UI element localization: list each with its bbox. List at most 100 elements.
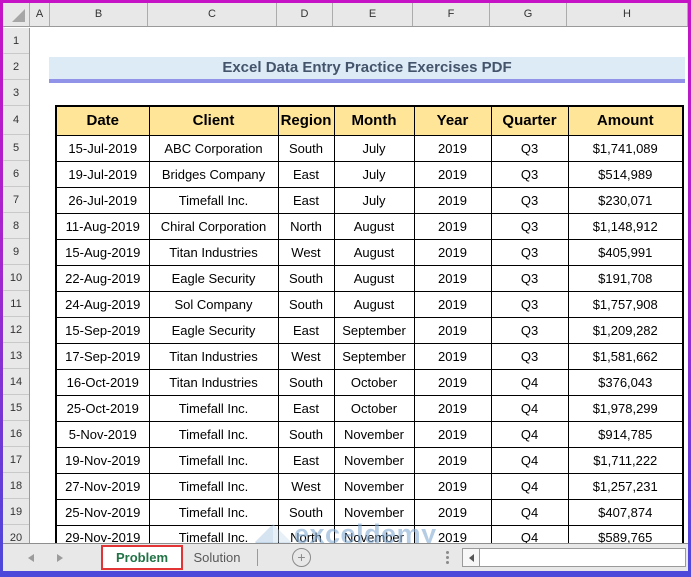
table-cell[interactable]: 29-Nov-2019 xyxy=(55,524,150,543)
row-header-13[interactable]: 13 xyxy=(3,343,29,369)
table-cell[interactable]: $191,708 xyxy=(567,264,684,292)
table-cell[interactable]: 15-Jul-2019 xyxy=(55,134,150,162)
table-cell[interactable]: August xyxy=(333,238,415,266)
row-header-19[interactable]: 19 xyxy=(3,499,29,525)
table-cell[interactable]: 5-Nov-2019 xyxy=(55,420,150,448)
tab-scroll-right-icon[interactable] xyxy=(57,554,63,562)
row-header-7[interactable]: 7 xyxy=(3,187,29,213)
table-header-cell[interactable]: Month xyxy=(333,105,415,136)
cells-canvas[interactable]: Excel Data Entry Practice Exercises PDF … xyxy=(31,28,688,543)
row-header-8[interactable]: 8 xyxy=(3,213,29,239)
table-cell[interactable]: $230,071 xyxy=(567,186,684,214)
row-header-12[interactable]: 12 xyxy=(3,317,29,343)
column-header-D[interactable]: D xyxy=(277,3,333,26)
table-cell[interactable]: 19-Nov-2019 xyxy=(55,446,150,474)
column-header-B[interactable]: B xyxy=(50,3,148,26)
table-cell[interactable]: Q4 xyxy=(490,420,569,448)
table-cell[interactable]: South xyxy=(277,368,335,396)
table-cell[interactable]: West xyxy=(277,472,335,500)
row-header-14[interactable]: 14 xyxy=(3,369,29,395)
table-cell[interactable]: Q3 xyxy=(490,160,569,188)
table-cell[interactable]: South xyxy=(277,420,335,448)
row-header-6[interactable]: 6 xyxy=(3,161,29,187)
row-header-11[interactable]: 11 xyxy=(3,291,29,317)
table-cell[interactable]: $589,765 xyxy=(567,524,684,543)
table-header-cell[interactable]: Date xyxy=(55,105,150,136)
table-cell[interactable]: Sol Company xyxy=(148,290,279,318)
row-header-3[interactable]: 3 xyxy=(3,80,29,106)
table-cell[interactable]: South xyxy=(277,134,335,162)
table-cell[interactable]: 2019 xyxy=(413,394,492,422)
table-cell[interactable]: 2019 xyxy=(413,264,492,292)
table-cell[interactable]: Timefall Inc. xyxy=(148,186,279,214)
table-cell[interactable]: $1,711,222 xyxy=(567,446,684,474)
row-header-15[interactable]: 15 xyxy=(3,395,29,421)
table-cell[interactable]: Timefall Inc. xyxy=(148,420,279,448)
table-cell[interactable]: Q3 xyxy=(490,316,569,344)
table-cell[interactable]: Timefall Inc. xyxy=(148,498,279,526)
table-cell[interactable]: $1,209,282 xyxy=(567,316,684,344)
table-cell[interactable]: 2019 xyxy=(413,446,492,474)
table-cell[interactable]: 2019 xyxy=(413,186,492,214)
table-cell[interactable]: November xyxy=(333,446,415,474)
table-cell[interactable]: Bridges Company xyxy=(148,160,279,188)
table-cell[interactable]: $1,978,299 xyxy=(567,394,684,422)
table-cell[interactable]: Q3 xyxy=(490,238,569,266)
table-cell[interactable]: October xyxy=(333,368,415,396)
table-cell[interactable]: 2019 xyxy=(413,420,492,448)
table-cell[interactable]: July xyxy=(333,186,415,214)
table-cell[interactable]: Q3 xyxy=(490,134,569,162)
table-cell[interactable]: November xyxy=(333,420,415,448)
table-cell[interactable]: $405,991 xyxy=(567,238,684,266)
row-header-17[interactable]: 17 xyxy=(3,447,29,473)
table-cell[interactable]: North xyxy=(277,212,335,240)
table-cell[interactable]: West xyxy=(277,238,335,266)
tab-splitter-grip[interactable] xyxy=(446,551,449,566)
scrollbar-thumb[interactable] xyxy=(480,549,685,566)
table-cell[interactable]: 15-Aug-2019 xyxy=(55,238,150,266)
table-cell[interactable]: Q3 xyxy=(490,290,569,318)
table-cell[interactable]: Q4 xyxy=(490,498,569,526)
table-cell[interactable]: 26-Jul-2019 xyxy=(55,186,150,214)
table-header-cell[interactable]: Year xyxy=(413,105,492,136)
table-cell[interactable]: November xyxy=(333,472,415,500)
tab-scroll-left-icon[interactable] xyxy=(28,554,34,562)
row-header-1[interactable]: 1 xyxy=(3,28,29,54)
table-cell[interactable]: Timefall Inc. xyxy=(148,394,279,422)
row-header-9[interactable]: 9 xyxy=(3,239,29,265)
table-header-cell[interactable]: Region xyxy=(277,105,335,136)
table-cell[interactable]: $914,785 xyxy=(567,420,684,448)
table-cell[interactable]: 2019 xyxy=(413,498,492,526)
table-cell[interactable]: Q4 xyxy=(490,368,569,396)
table-cell[interactable]: $376,043 xyxy=(567,368,684,396)
table-cell[interactable]: 11-Aug-2019 xyxy=(55,212,150,240)
table-cell[interactable]: October xyxy=(333,394,415,422)
column-header-A[interactable]: A xyxy=(30,3,50,26)
table-cell[interactable]: $1,148,912 xyxy=(567,212,684,240)
row-header-20[interactable]: 20 xyxy=(3,525,29,544)
table-cell[interactable]: $1,741,089 xyxy=(567,134,684,162)
table-cell[interactable]: 2019 xyxy=(413,368,492,396)
table-cell[interactable]: East xyxy=(277,160,335,188)
table-cell[interactable]: July xyxy=(333,160,415,188)
table-header-cell[interactable]: Quarter xyxy=(490,105,569,136)
worksheet-title-band[interactable]: Excel Data Entry Practice Exercises PDF xyxy=(49,57,685,83)
column-header-C[interactable]: C xyxy=(148,3,277,26)
table-cell[interactable]: 2019 xyxy=(413,472,492,500)
table-cell[interactable]: Q3 xyxy=(490,342,569,370)
table-cell[interactable]: 22-Aug-2019 xyxy=(55,264,150,292)
row-header-18[interactable]: 18 xyxy=(3,473,29,499)
table-cell[interactable]: Q3 xyxy=(490,264,569,292)
table-cell[interactable]: 2019 xyxy=(413,524,492,543)
add-sheet-button[interactable]: + xyxy=(292,548,311,567)
table-cell[interactable]: South xyxy=(277,290,335,318)
table-cell[interactable]: South xyxy=(277,498,335,526)
table-cell[interactable]: East xyxy=(277,186,335,214)
table-cell[interactable]: 25-Nov-2019 xyxy=(55,498,150,526)
table-cell[interactable]: East xyxy=(277,446,335,474)
table-cell[interactable]: 15-Sep-2019 xyxy=(55,316,150,344)
row-header-4[interactable]: 4 xyxy=(3,106,29,135)
column-header-H[interactable]: H xyxy=(567,3,688,26)
table-cell[interactable]: 24-Aug-2019 xyxy=(55,290,150,318)
table-cell[interactable]: Timefall Inc. xyxy=(148,524,279,543)
